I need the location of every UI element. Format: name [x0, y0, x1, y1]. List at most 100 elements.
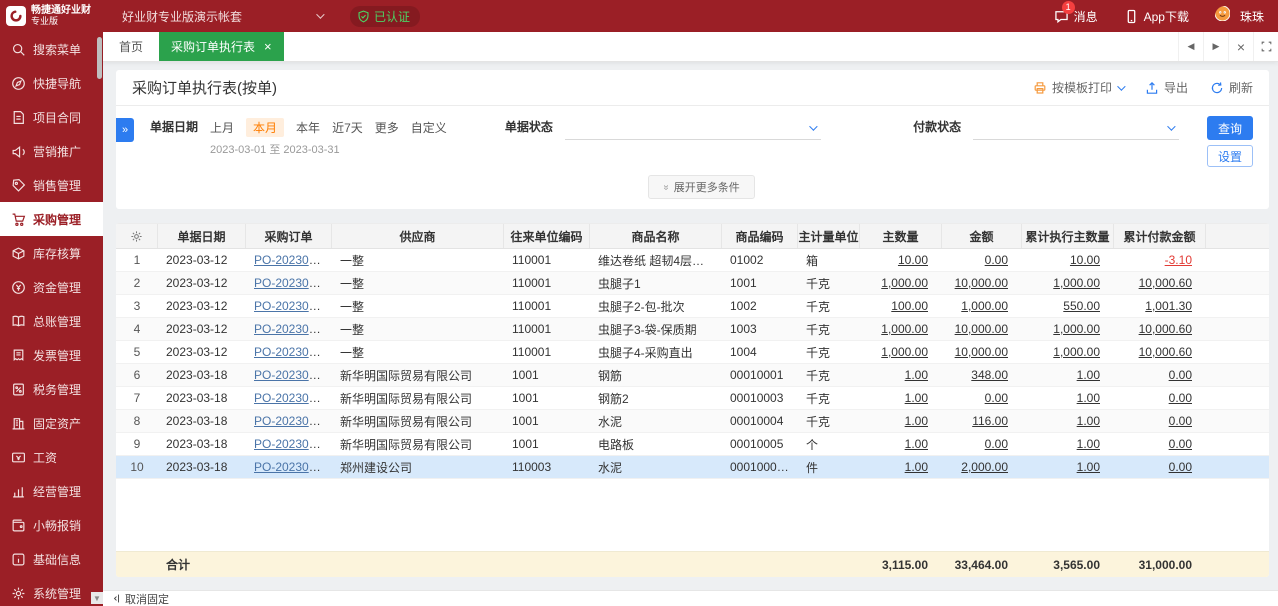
column-header[interactable]: 累计付款金额 [1114, 224, 1206, 248]
messages-button[interactable]: 1 消息 [1054, 0, 1098, 25]
po-link[interactable]: PO-20230318-… [254, 391, 332, 405]
drilldown-link[interactable]: 1.00 [1077, 460, 1100, 474]
tab-scroll-left-icon[interactable]: ◀ [1178, 32, 1203, 61]
date-preset-1[interactable]: 本月 [246, 117, 285, 137]
drilldown-link[interactable]: 100.00 [891, 299, 928, 313]
drilldown-link[interactable]: 0.00 [1169, 460, 1192, 474]
date-preset-3[interactable]: 近7天 [332, 119, 363, 136]
drilldown-link[interactable]: 10.00 [1070, 253, 1100, 267]
drilldown-link[interactable]: 0.00 [1169, 414, 1192, 428]
close-all-tabs-icon[interactable]: × [1228, 32, 1253, 61]
drilldown-link[interactable]: 1,000.00 [961, 299, 1008, 313]
drilldown-link[interactable]: 10,000.00 [955, 276, 1008, 290]
drilldown-link[interactable]: -3.10 [1165, 253, 1192, 267]
export-button[interactable]: 导出 [1145, 79, 1188, 96]
column-header[interactable]: 供应商 [332, 224, 504, 248]
drilldown-link[interactable]: 10,000.00 [955, 322, 1008, 336]
drilldown-link[interactable]: 348.00 [971, 368, 1008, 382]
date-preset-5[interactable]: 自定义 [411, 119, 447, 136]
user-menu[interactable]: 珠珠 [1214, 6, 1264, 26]
drilldown-link[interactable]: 1.00 [905, 414, 928, 428]
drilldown-link[interactable]: 0.00 [985, 253, 1008, 267]
drilldown-link[interactable]: 0.00 [1169, 391, 1192, 405]
table-row[interactable]: 1 2023-03-12 PO-20230312-… 一整 110001 维达卷纸 超韧4… [116, 249, 1269, 272]
po-link[interactable]: PO-20230312-… [254, 345, 332, 359]
drilldown-link[interactable]: 1.00 [1077, 437, 1100, 451]
column-header[interactable]: 主数量 [860, 224, 942, 248]
drilldown-link[interactable]: 1.00 [905, 437, 928, 451]
tab-active[interactable]: 采购订单执行表 × [159, 32, 284, 61]
tab-scroll-right-icon[interactable]: ▶ [1203, 32, 1228, 61]
refresh-button[interactable]: 刷新 [1210, 79, 1253, 96]
table-row[interactable]: 3 2023-03-12 PO-20230312-… 一整 110001 虫腿子2-包-批… [116, 295, 1269, 318]
unpin-sidebar-button[interactable]: 取消固定 [103, 591, 169, 606]
fullscreen-icon[interactable] [1253, 32, 1278, 61]
drilldown-link[interactable]: 1.00 [905, 368, 928, 382]
po-link[interactable]: PO-20230312-… [254, 276, 332, 290]
query-button[interactable]: 查询 [1207, 116, 1253, 140]
print-by-template-button[interactable]: 按模板打印 [1033, 79, 1126, 96]
sidebar-item-wallet[interactable]: 小畅报销 [0, 508, 103, 542]
drilldown-link[interactable]: 10,000.60 [1139, 322, 1192, 336]
drilldown-link[interactable]: 116.00 [972, 414, 1008, 428]
account-selector[interactable]: 好业财专业版演示帐套 [122, 8, 325, 25]
drilldown-link[interactable]: 10,000.60 [1139, 345, 1192, 359]
po-link[interactable]: PO-20230318-… [254, 414, 332, 428]
sidebar-item-box[interactable]: 库存核算 [0, 236, 103, 270]
column-header[interactable]: 采购订单 [246, 224, 332, 248]
collapse-filter-panel-button[interactable]: » [116, 118, 134, 142]
app-download-button[interactable]: App下载 [1124, 8, 1189, 25]
column-header[interactable]: 累计执行主数量 [1022, 224, 1114, 248]
drilldown-link[interactable]: 1,000.00 [1053, 276, 1100, 290]
table-row[interactable]: 4 2023-03-12 PO-20230312-… 一整 110001 虫腿子3-袋-保… [116, 318, 1269, 341]
po-link[interactable]: PO-20230318-… [254, 437, 332, 451]
expand-more-conditions-button[interactable]: » 展开更多条件 [648, 175, 755, 199]
doc-status-select[interactable] [564, 116, 821, 140]
table-row[interactable]: 10 2023-03-18 PO-20230318-… 郑州建设公司 110003 水泥 0… [116, 456, 1269, 479]
sidebar-item-sale[interactable]: 销售管理 [0, 168, 103, 202]
table-row[interactable]: 2 2023-03-12 PO-20230312-… 一整 110001 虫腿子1 1001… [116, 272, 1269, 295]
sidebar-item-ledger[interactable]: 总账管理 [0, 304, 103, 338]
table-row[interactable]: 5 2023-03-12 PO-20230312-… 一整 110001 虫腿子4-采购直… [116, 341, 1269, 364]
table-row[interactable]: 9 2023-03-18 PO-20230318-… 新华明国际贸易有限公司 1001 电… [116, 433, 1269, 456]
column-header[interactable]: 金额 [942, 224, 1022, 248]
po-link[interactable]: PO-20230312-… [254, 322, 332, 336]
sidebar-scrollbar-thumb[interactable] [97, 37, 102, 79]
sidebar-item-building[interactable]: 固定资产 [0, 406, 103, 440]
drilldown-link[interactable]: 1,000.00 [881, 322, 928, 336]
table-row[interactable]: 6 2023-03-18 PO-20230318-… 新华明国际贸易有限公司 1001 钢… [116, 364, 1269, 387]
drilldown-link[interactable]: 10,000.00 [955, 345, 1008, 359]
po-link[interactable]: PO-20230318-… [254, 368, 332, 382]
drilldown-link[interactable]: 0.00 [985, 437, 1008, 451]
date-preset-0[interactable]: 上月 [210, 119, 234, 136]
drilldown-link[interactable]: 1,000.00 [881, 276, 928, 290]
sidebar-item-money[interactable]: 资金管理 [0, 270, 103, 304]
drilldown-link[interactable]: 1.00 [1077, 414, 1100, 428]
sidebar-item-tax[interactable]: 税务管理 [0, 372, 103, 406]
drilldown-link[interactable]: 2,000.00 [961, 460, 1008, 474]
drilldown-link[interactable]: 0.00 [985, 391, 1008, 405]
drilldown-link[interactable]: 1.00 [905, 391, 928, 405]
sidebar-item-salary[interactable]: 工资 [0, 440, 103, 474]
sidebar-item-contract[interactable]: 项目合同 [0, 100, 103, 134]
drilldown-link[interactable]: 10,000.60 [1139, 276, 1192, 290]
sidebar-item-cart[interactable]: 采购管理 [0, 202, 103, 236]
tab-home[interactable]: 首页 [103, 32, 159, 61]
drilldown-link[interactable]: 1,000.00 [881, 345, 928, 359]
sidebar-item-gear[interactable]: 系统管理 [0, 576, 103, 606]
tab-close-icon[interactable]: × [264, 40, 272, 53]
drilldown-link[interactable]: 1.00 [905, 460, 928, 474]
settings-button[interactable]: 设置 [1207, 145, 1253, 167]
drilldown-link[interactable]: 1.00 [1077, 368, 1100, 382]
sidebar-item-chart[interactable]: 经营管理 [0, 474, 103, 508]
date-preset-4[interactable]: 更多 [375, 119, 399, 136]
pay-status-select[interactable] [973, 116, 1180, 140]
sidebar-item-megaphone[interactable]: 营销推广 [0, 134, 103, 168]
sidebar-item-search[interactable]: 搜索菜单 [0, 32, 103, 66]
column-settings-button[interactable] [116, 224, 158, 248]
drilldown-link[interactable]: 1,000.00 [1053, 345, 1100, 359]
drilldown-link[interactable]: 1,001.30 [1145, 299, 1192, 313]
column-header[interactable]: 商品编码 [722, 224, 798, 248]
drilldown-link[interactable]: 0.00 [1169, 437, 1192, 451]
drilldown-link[interactable]: 1,000.00 [1053, 322, 1100, 336]
